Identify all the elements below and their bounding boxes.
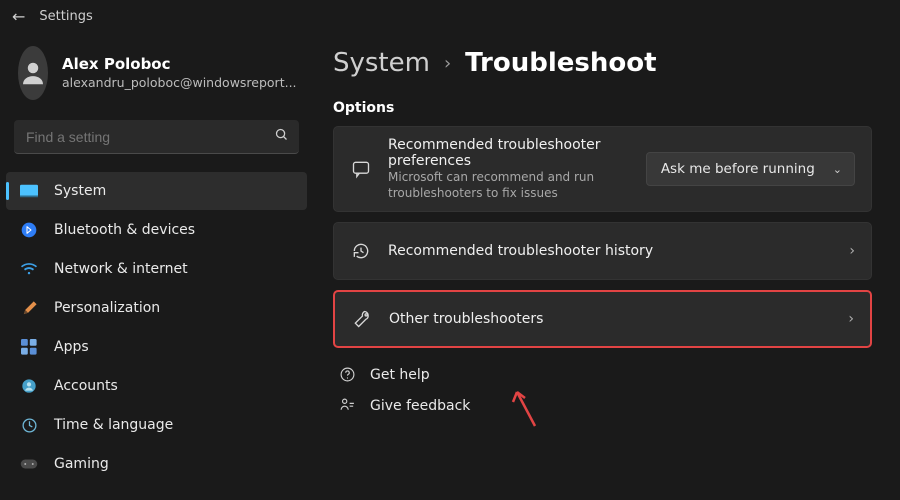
wifi-icon: [20, 260, 38, 278]
breadcrumb: System › Troubleshoot: [333, 48, 872, 78]
sidebar-item-time-language[interactable]: Time & language: [6, 406, 307, 444]
sidebar-item-network[interactable]: Network & internet: [6, 250, 307, 288]
system-icon: [20, 182, 38, 200]
paintbrush-icon: [20, 299, 38, 317]
sidebar-item-gaming[interactable]: Gaming: [6, 445, 307, 483]
card-title: Recommended troubleshooter history: [388, 243, 833, 259]
accounts-icon: [20, 377, 38, 395]
content-area: System › Troubleshoot Options Recommende…: [315, 32, 900, 500]
card-title: Other troubleshooters: [389, 311, 832, 327]
chevron-right-icon: ›: [444, 53, 451, 74]
chevron-down-icon: ⌄: [833, 163, 842, 176]
sidebar-item-label: Bluetooth & devices: [54, 222, 195, 238]
sidebar-item-apps[interactable]: Apps: [6, 328, 307, 366]
sidebar-item-system[interactable]: System: [6, 172, 307, 210]
sidebar-item-label: Gaming: [54, 456, 109, 472]
card-recommended-preferences[interactable]: Recommended troubleshooter preferences M…: [333, 126, 872, 212]
section-label: Options: [333, 100, 872, 116]
give-feedback-label: Give feedback: [370, 398, 470, 414]
chevron-right-icon: ›: [848, 311, 854, 327]
sidebar-item-label: Accounts: [54, 378, 118, 394]
history-icon: [350, 241, 372, 261]
sidebar-item-label: Network & internet: [54, 261, 188, 277]
sidebar: Alex Poloboc alexandru_poloboc@windowsre…: [0, 32, 315, 500]
sidebar-item-label: Time & language: [54, 417, 173, 433]
account-name: Alex Poloboc: [62, 54, 297, 74]
apps-icon: [20, 338, 38, 356]
avatar: [18, 46, 48, 100]
card-other-troubleshooters[interactable]: Other troubleshooters ›: [333, 290, 872, 348]
search-input[interactable]: [14, 120, 299, 154]
sidebar-item-label: Personalization: [54, 300, 160, 316]
dropdown-value: Ask me before running: [661, 161, 815, 177]
chat-icon: [350, 159, 372, 179]
search-icon: [274, 127, 289, 146]
sidebar-item-accounts[interactable]: Accounts: [6, 367, 307, 405]
sidebar-item-personalization[interactable]: Personalization: [6, 289, 307, 327]
breadcrumb-current: Troubleshoot: [465, 48, 656, 78]
wrench-icon: [351, 309, 373, 329]
sidebar-item-label: Apps: [54, 339, 89, 355]
get-help-link[interactable]: Get help: [339, 366, 872, 383]
preferences-dropdown[interactable]: Ask me before running ⌄: [646, 152, 855, 186]
bluetooth-icon: [20, 221, 38, 239]
search-field[interactable]: [26, 129, 274, 145]
gaming-icon: [20, 455, 38, 473]
clock-globe-icon: [20, 416, 38, 434]
window-title: Settings: [39, 9, 92, 24]
back-icon[interactable]: ←: [12, 7, 25, 26]
account-email: alexandru_poloboc@windowsreport...: [62, 75, 297, 92]
sidebar-item-bluetooth[interactable]: Bluetooth & devices: [6, 211, 307, 249]
account-block[interactable]: Alex Poloboc alexandru_poloboc@windowsre…: [6, 38, 307, 114]
give-feedback-link[interactable]: Give feedback: [339, 397, 872, 414]
breadcrumb-parent[interactable]: System: [333, 48, 430, 78]
sidebar-nav: System Bluetooth & devices Network & int…: [6, 172, 307, 483]
get-help-label: Get help: [370, 367, 430, 383]
chevron-right-icon: ›: [849, 243, 855, 259]
sidebar-item-label: System: [54, 183, 106, 199]
card-recommended-history[interactable]: Recommended troubleshooter history ›: [333, 222, 872, 280]
card-subtitle: Microsoft can recommend and run troubles…: [388, 169, 630, 201]
card-title: Recommended troubleshooter preferences: [388, 137, 630, 169]
